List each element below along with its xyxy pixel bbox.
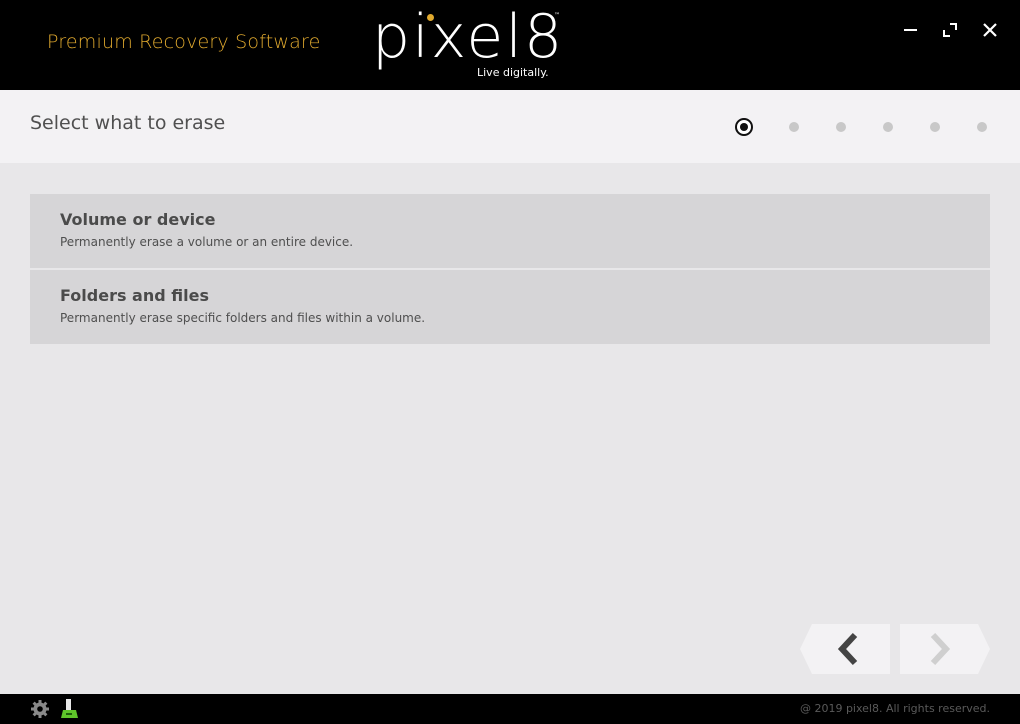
copyright-text: @ 2019 pixel8. All rights reserved.	[799, 702, 990, 715]
tagline: Premium Recovery Software	[47, 31, 321, 53]
option-title: Volume or device	[60, 210, 216, 229]
pixel8-logo: pixel8 ™ Live digitally.	[370, 2, 570, 84]
maximize-button[interactable]	[938, 18, 962, 42]
step-1-current	[735, 118, 753, 136]
logo-slogan: Live digitally.	[477, 66, 549, 79]
option-title: Folders and files	[60, 286, 209, 305]
page-header: Select what to erase	[0, 90, 1020, 163]
option-description: Permanently erase a volume or an entire …	[60, 235, 354, 249]
option-description: Permanently erase specific folders and f…	[60, 311, 426, 325]
erase-options-list: Volume or device Permanently erase a vol…	[30, 194, 990, 346]
logo-trademark: ™	[554, 12, 560, 19]
step-5	[930, 122, 940, 132]
option-volume-or-device[interactable]: Volume or device Permanently erase a vol…	[30, 194, 990, 268]
minimize-button[interactable]	[898, 18, 922, 42]
logo-dot	[427, 14, 434, 21]
logo-wordmark: pixel8	[372, 2, 565, 72]
next-button[interactable]	[900, 624, 990, 674]
close-button[interactable]	[978, 18, 1002, 42]
gear-icon[interactable]	[30, 699, 50, 719]
step-4	[883, 122, 893, 132]
back-button[interactable]	[800, 624, 890, 674]
usb-drive-icon[interactable]	[60, 698, 80, 720]
step-6	[977, 122, 987, 132]
close-icon	[983, 23, 997, 37]
option-folders-and-files[interactable]: Folders and files Permanently erase spec…	[30, 270, 990, 344]
restore-icon	[943, 23, 957, 37]
step-indicator	[735, 117, 995, 137]
step-2	[789, 122, 799, 132]
title-bar: Premium Recovery Software pixel8 ™ Live …	[0, 0, 1020, 90]
page-title: Select what to erase	[30, 112, 226, 134]
footer: @ 2019 pixel8. All rights reserved.	[0, 694, 1020, 724]
step-3	[836, 122, 846, 132]
